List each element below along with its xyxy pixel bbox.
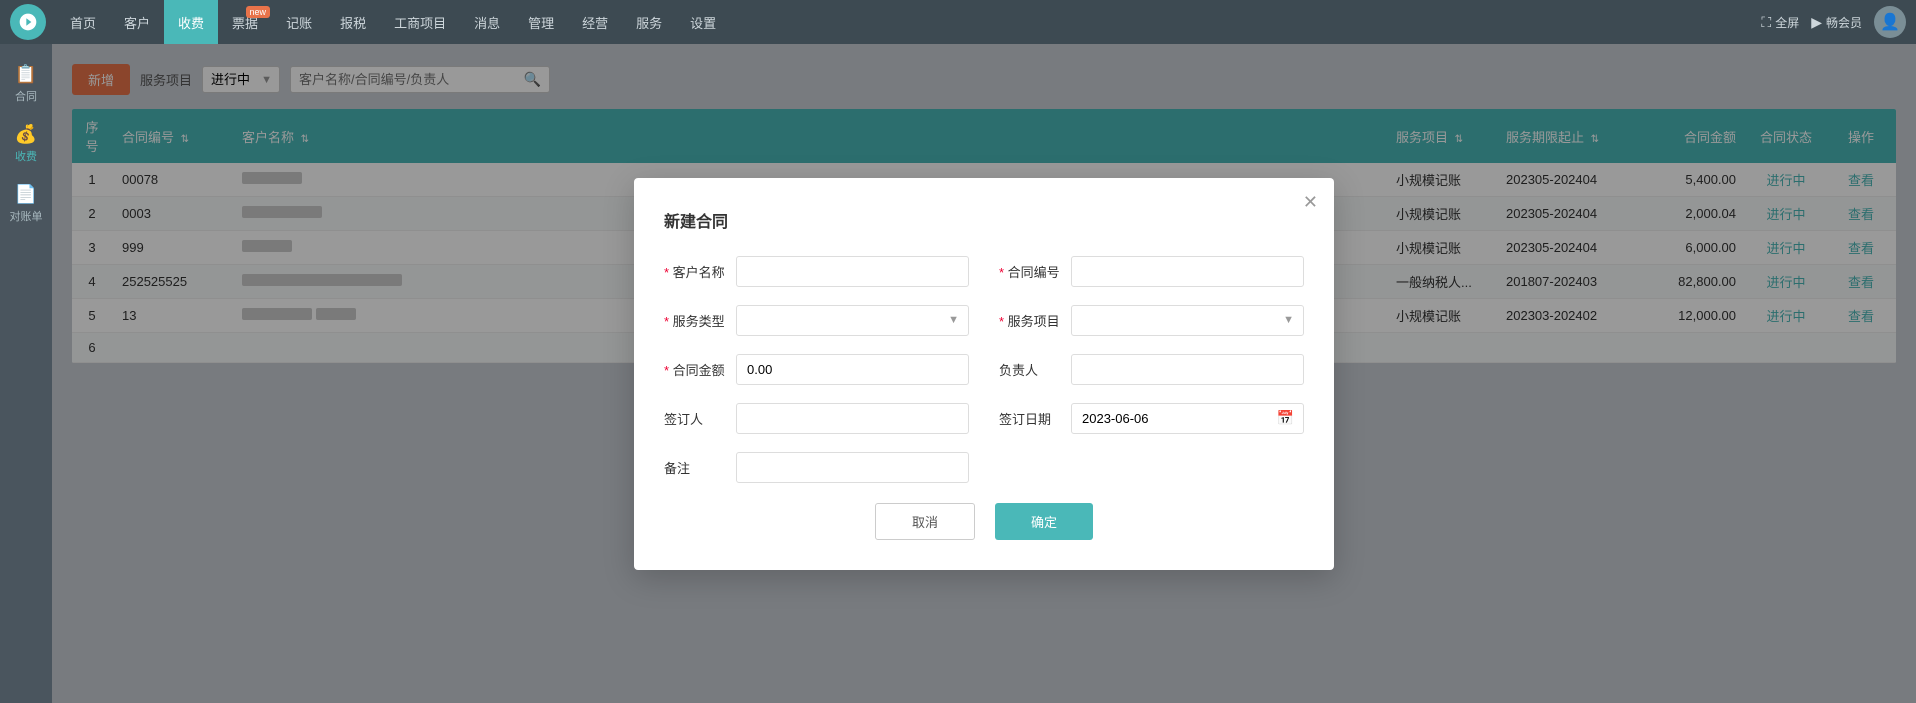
fee-icon: 💰 (15, 124, 37, 145)
nav-item-service[interactable]: 服务 (622, 0, 676, 44)
modal-title: 新建合同 (664, 208, 1304, 232)
service-item-select-wrapper: ▼ (1071, 305, 1304, 336)
contract-icon: 📋 (15, 64, 37, 85)
signer-input[interactable] (736, 403, 969, 434)
form-row-5: 备注 (664, 452, 1304, 483)
service-item-label: * 服务项目 (999, 311, 1063, 330)
amount-input[interactable] (736, 354, 969, 385)
responsible-label: 负责人 (999, 360, 1063, 379)
nav-item-message[interactable]: 消息 (460, 0, 514, 44)
form-group-amount: * 合同金额 (664, 354, 969, 385)
nav-item-bookkeeping[interactable]: 记账 (272, 0, 326, 44)
form-group-responsible: 负责人 (999, 354, 1304, 385)
nav-item-invoice[interactable]: 票据 new (218, 0, 272, 44)
nav-item-fee[interactable]: 收费 (164, 0, 218, 44)
avatar[interactable]: 👤 (1874, 6, 1906, 38)
sidebar-item-fee[interactable]: 💰 收费 (0, 114, 52, 174)
form-row-2: * 服务类型 ▼ * 服务项目 (664, 305, 1304, 336)
form-group-remark: 备注 (664, 452, 969, 483)
reconcile-icon: 📄 (15, 184, 37, 205)
signer-label: 签订人 (664, 409, 728, 428)
amount-label: * 合同金额 (664, 360, 728, 379)
service-type-label: * 服务类型 (664, 311, 728, 330)
form-row-4: 签订人 签订日期 📅 (664, 403, 1304, 434)
form-group-signer: 签订人 (664, 403, 969, 434)
nav-item-operation[interactable]: 经营 (568, 0, 622, 44)
contract-no-input[interactable] (1071, 256, 1304, 287)
form-group-customer: * 客户名称 (664, 256, 969, 287)
avatar-icon: 👤 (1880, 12, 1900, 32)
modal-overlay[interactable]: 新建合同 ✕ * 客户名称 * 合同编号 (52, 44, 1916, 703)
contract-no-label: * 合同编号 (999, 262, 1063, 281)
form-group-sign-date: 签订日期 📅 (999, 403, 1304, 434)
content-area: 新增 服务项目 进行中 ▼ 🔍 序号 合同编号 (52, 44, 1916, 703)
new-badge: new (246, 6, 271, 18)
remark-label: 备注 (664, 458, 728, 477)
nav-item-customer[interactable]: 客户 (110, 0, 164, 44)
service-item-select[interactable] (1071, 305, 1304, 336)
form-group-placeholder (999, 452, 1304, 483)
member-icon: ▶ (1811, 14, 1822, 31)
main-layout: 📋 合同 💰 收费 📄 对账单 新增 服务项目 进行中 ▼ 🔍 (0, 44, 1916, 703)
customer-name-input[interactable] (736, 256, 969, 287)
form-group-contract-no: * 合同编号 (999, 256, 1304, 287)
sidebar-item-reconcile[interactable]: 📄 对账单 (0, 174, 52, 234)
sign-date-input[interactable] (1071, 403, 1304, 434)
fullscreen-icon: ⛶ (1761, 14, 1771, 31)
cancel-button[interactable]: 取消 (875, 503, 975, 540)
nav-item-tax[interactable]: 报税 (326, 0, 380, 44)
form-row-1: * 客户名称 * 合同编号 (664, 256, 1304, 287)
service-type-select-wrapper: ▼ (736, 305, 969, 336)
nav-item-commerce[interactable]: 工商项目 (380, 0, 460, 44)
logo[interactable] (10, 4, 46, 40)
service-type-select[interactable] (736, 305, 969, 336)
member-button[interactable]: ▶ 畅会员 (1811, 14, 1862, 31)
nav-item-settings[interactable]: 设置 (676, 0, 730, 44)
form-group-service-type: * 服务类型 ▼ (664, 305, 969, 336)
form-group-service-item: * 服务项目 ▼ (999, 305, 1304, 336)
sidebar: 📋 合同 💰 收费 📄 对账单 (0, 44, 52, 703)
customer-name-label: * 客户名称 (664, 262, 728, 281)
nav-items: 首页 客户 收费 票据 new 记账 报税 工商项目 消息 管理 经营 (56, 0, 1761, 44)
logo-icon (18, 12, 38, 32)
sign-date-wrapper: 📅 (1071, 403, 1304, 434)
modal: 新建合同 ✕ * 客户名称 * 合同编号 (634, 178, 1334, 570)
top-nav: 首页 客户 收费 票据 new 记账 报税 工商项目 消息 管理 经营 (0, 0, 1916, 44)
modal-footer: 取消 确定 (664, 503, 1304, 540)
calendar-icon[interactable]: 📅 (1277, 410, 1294, 427)
modal-close-button[interactable]: ✕ (1303, 192, 1318, 213)
nav-item-home[interactable]: 首页 (56, 0, 110, 44)
nav-right: ⛶ 全屏 ▶ 畅会员 👤 (1761, 6, 1906, 38)
sidebar-item-contract[interactable]: 📋 合同 (0, 54, 52, 114)
nav-item-manage[interactable]: 管理 (514, 0, 568, 44)
sign-date-label: 签订日期 (999, 409, 1063, 428)
confirm-button[interactable]: 确定 (995, 503, 1093, 540)
form-row-3: * 合同金额 负责人 (664, 354, 1304, 385)
fullscreen-button[interactable]: ⛶ 全屏 (1761, 14, 1799, 31)
remark-input[interactable] (736, 452, 969, 483)
responsible-input[interactable] (1071, 354, 1304, 385)
